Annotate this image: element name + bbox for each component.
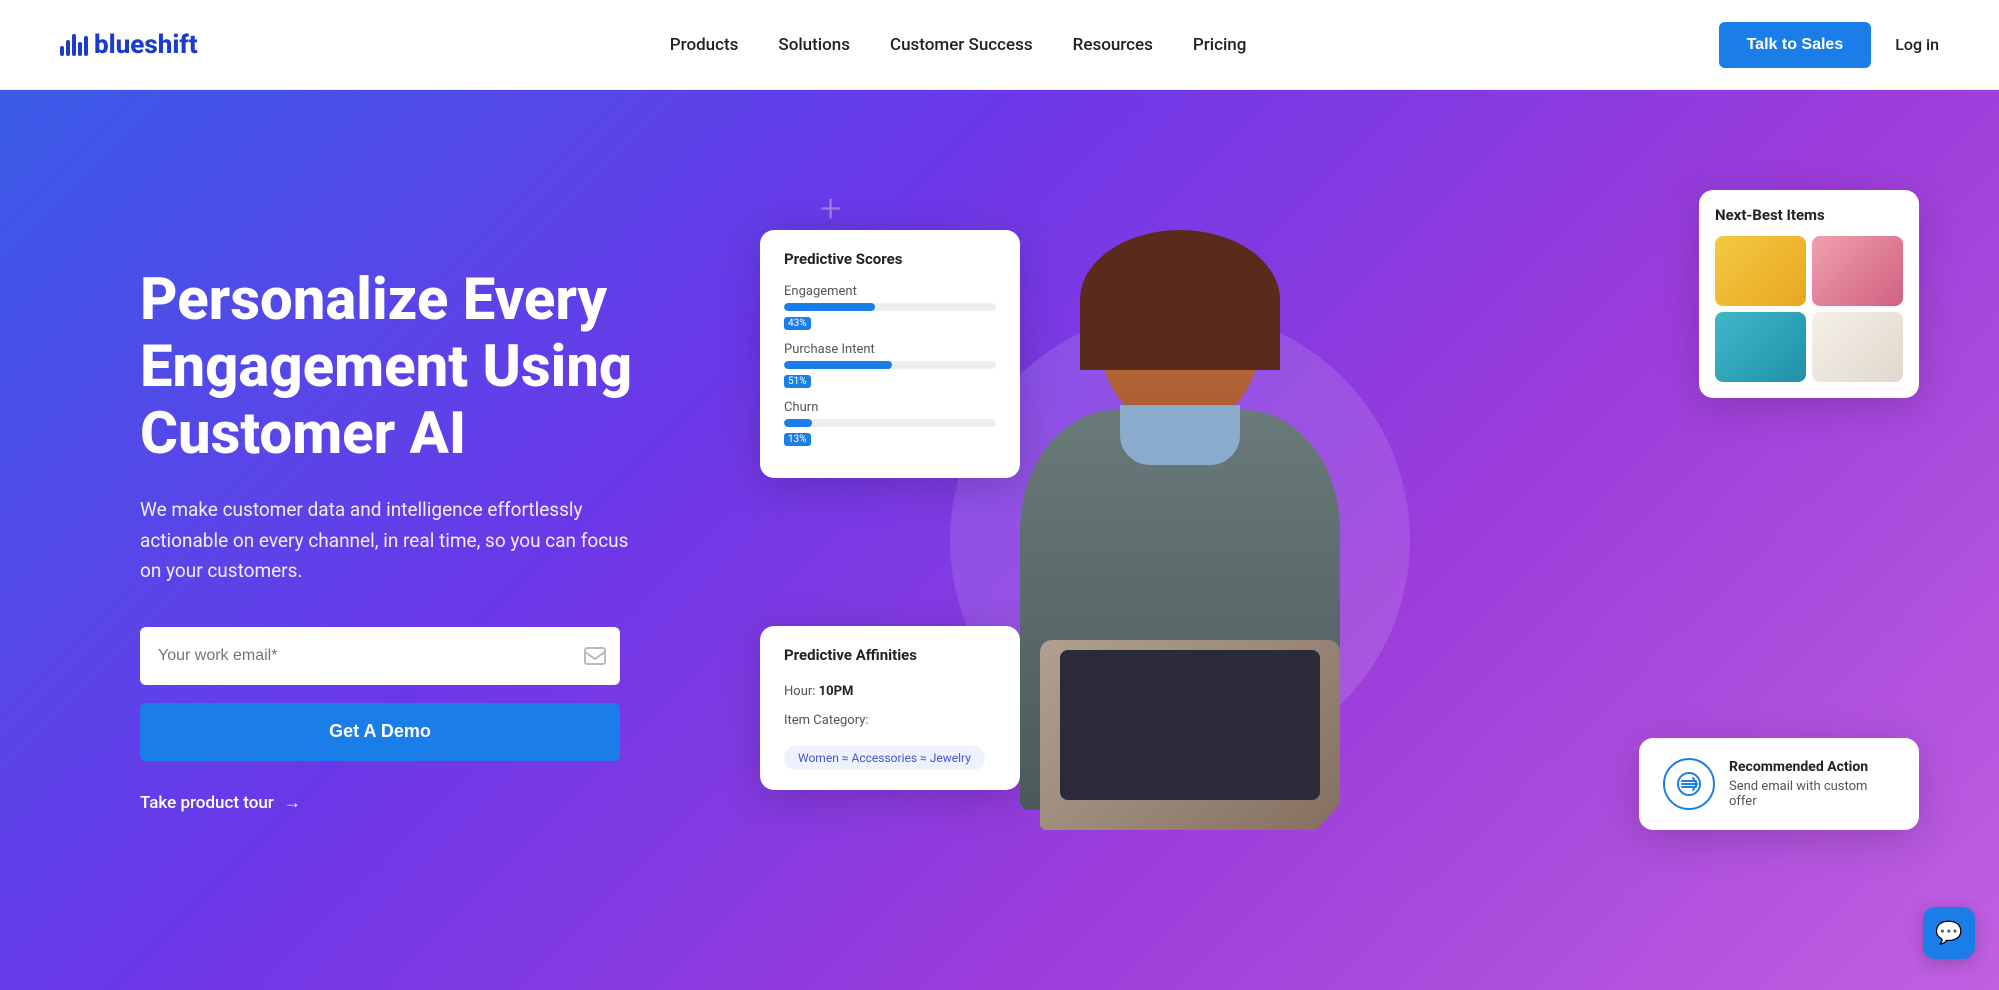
score-engagement-bar-bg: [784, 303, 996, 311]
logo-icon: [60, 34, 88, 56]
score-purchase-label: Purchase Intent: [784, 342, 996, 357]
next-best-items-card: Next-Best Items: [1699, 190, 1919, 398]
product-tour-link[interactable]: Take product tour →: [140, 793, 780, 813]
scores-card-title: Predictive Scores: [784, 250, 996, 268]
hero-title: Personalize Every Engagement Using Custo…: [140, 267, 780, 467]
score-purchase-intent: Purchase Intent 51%: [784, 342, 996, 388]
next-best-title: Next-Best Items: [1715, 206, 1903, 224]
score-engagement-bar-fill: [784, 303, 875, 311]
score-engagement: Engagement 43%: [784, 284, 996, 330]
score-engagement-label: Engagement: [784, 284, 996, 299]
action-text: Recommended Action Send email with custo…: [1729, 759, 1895, 809]
recommended-action-card: Recommended Action Send email with custo…: [1639, 738, 1919, 830]
hero-section: + + Personalize Every Engagement Using C…: [0, 90, 1999, 990]
score-purchase-bar-bg: [784, 361, 996, 369]
nav-solutions[interactable]: Solutions: [778, 35, 850, 55]
action-title: Recommended Action: [1729, 759, 1895, 775]
score-churn-bar-fill: [784, 419, 812, 427]
get-demo-button[interactable]: Get A Demo: [140, 703, 620, 761]
nav-cta: Talk to Sales Log in: [1719, 22, 1939, 68]
nav-links: Products Solutions Customer Success Reso…: [670, 35, 1247, 55]
action-icon: [1675, 772, 1703, 796]
talk-to-sales-button[interactable]: Talk to Sales: [1719, 22, 1872, 68]
email-input[interactable]: [140, 647, 570, 665]
score-churn-value: 13%: [784, 433, 811, 446]
chat-button[interactable]: 💬: [1923, 907, 1975, 959]
chat-icon: 💬: [1935, 921, 1962, 946]
score-engagement-value: 43%: [784, 317, 811, 330]
navbar: blueshift Products Solutions Customer Su…: [0, 0, 1999, 90]
nav-resources[interactable]: Resources: [1073, 35, 1153, 55]
affinity-category: Item Category:: [784, 709, 996, 728]
score-purchase-value: 51%: [784, 375, 811, 388]
action-icon-wrapper: [1663, 758, 1715, 810]
affinity-tag: Women ≈ Accessories ≈ Jewelry: [784, 746, 985, 770]
nav-pricing[interactable]: Pricing: [1193, 35, 1247, 55]
next-item-2: [1812, 236, 1903, 306]
logo-text: blueshift: [94, 30, 198, 60]
next-item-1: [1715, 236, 1806, 306]
affinity-category-label: Item Category:: [784, 713, 869, 728]
score-purchase-bar-fill: [784, 361, 892, 369]
email-form: [140, 627, 620, 685]
logo[interactable]: blueshift: [60, 30, 198, 60]
hero-right: Predictive Scores Engagement 43% Purchas…: [740, 150, 1939, 930]
email-icon: [570, 647, 620, 665]
nav-customer-success[interactable]: Customer Success: [890, 35, 1033, 55]
affinity-hour-label: Hour: 10PM: [784, 684, 853, 699]
next-item-3: [1715, 312, 1806, 382]
hero-subtitle: We make customer data and intelligence e…: [140, 495, 640, 586]
next-best-grid: [1715, 236, 1903, 382]
login-link[interactable]: Log in: [1895, 35, 1939, 54]
person-image: [940, 210, 1420, 890]
next-item-4: [1812, 312, 1903, 382]
nav-products[interactable]: Products: [670, 35, 739, 55]
action-description: Send email with custom offer: [1729, 779, 1895, 809]
hero-left: Personalize Every Engagement Using Custo…: [140, 267, 780, 812]
